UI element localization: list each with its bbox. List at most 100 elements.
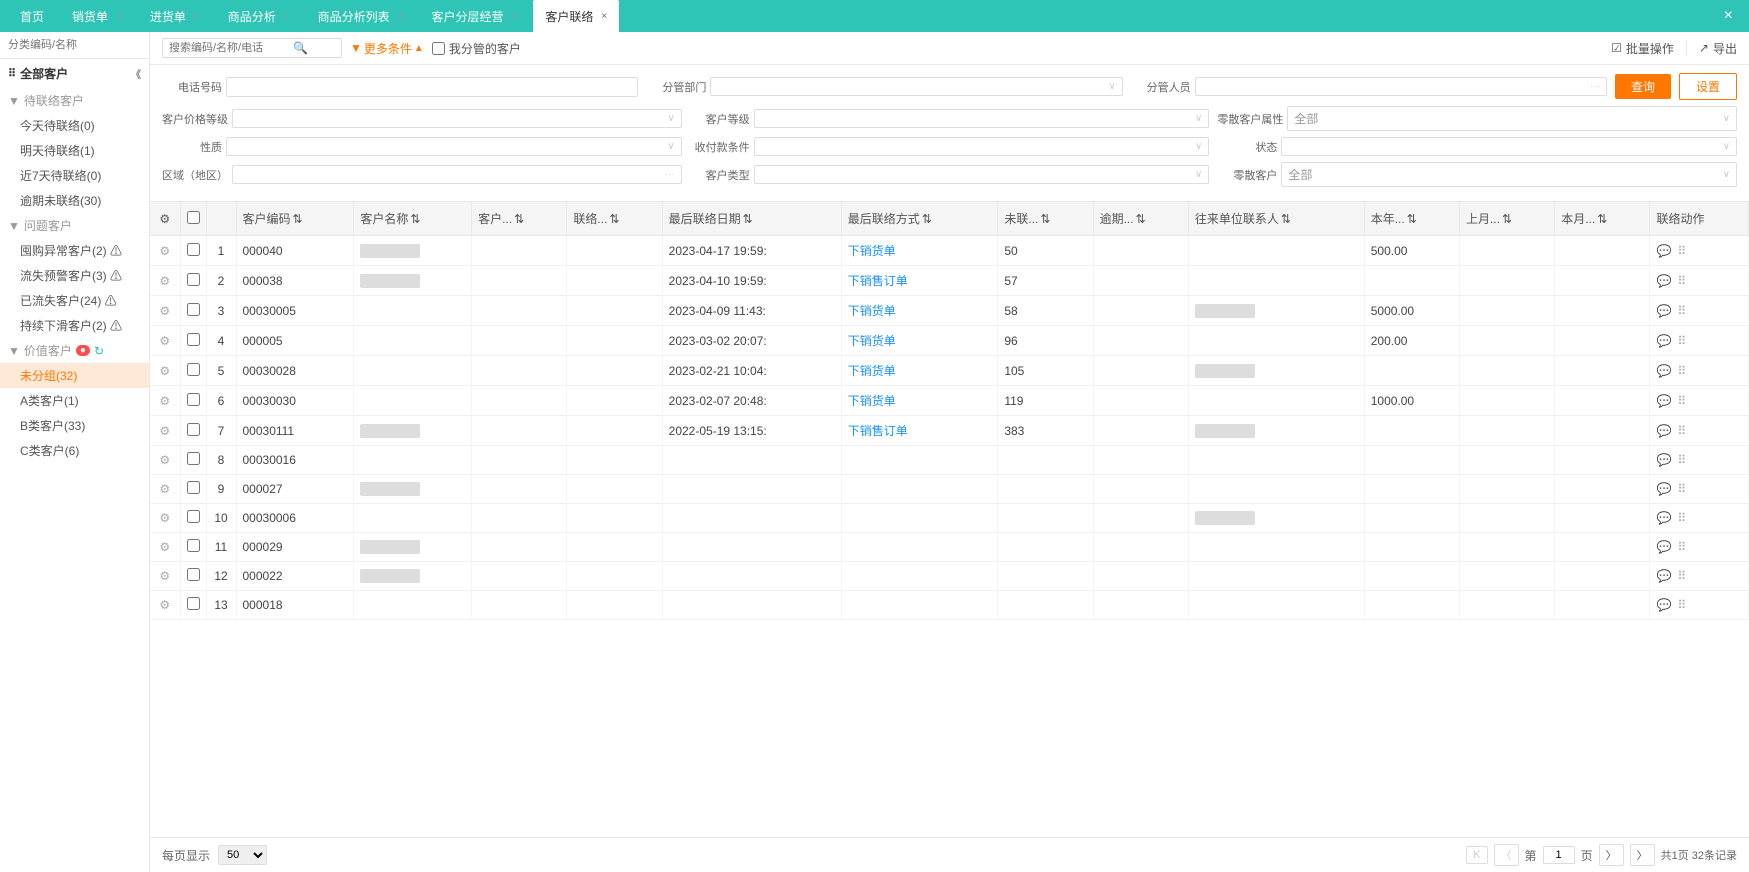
filter-customer-level-select[interactable]: ∨ xyxy=(754,109,1210,128)
row-gear-icon[interactable]: ⚙ xyxy=(159,364,170,378)
more-icon[interactable]: ⠿ xyxy=(1677,453,1686,467)
collapse-icon[interactable]: 《 xyxy=(131,66,141,81)
more-icon[interactable]: ⠿ xyxy=(1677,569,1686,583)
col-uncontacted[interactable]: 未联... ⇅ xyxy=(998,202,1093,236)
row-checkbox[interactable] xyxy=(187,303,200,316)
chat-icon[interactable]: 💬 xyxy=(1656,244,1671,258)
row-gear-icon[interactable]: ⚙ xyxy=(159,569,170,583)
row-checkbox-cell[interactable] xyxy=(180,533,206,562)
row-last-method[interactable]: 下销货单 xyxy=(841,356,998,386)
tab-sales[interactable]: 销货单 × xyxy=(60,0,134,32)
export-btn[interactable]: ↗ 导出 xyxy=(1699,40,1737,57)
row-last-method[interactable]: 下销货单 xyxy=(841,386,998,416)
row-gear[interactable]: ⚙ xyxy=(150,296,180,326)
chat-icon[interactable]: 💬 xyxy=(1656,364,1671,378)
row-gear-icon[interactable]: ⚙ xyxy=(159,274,170,288)
sidebar-search-box[interactable]: 🔍 xyxy=(0,32,149,59)
page-number-input[interactable] xyxy=(1543,846,1575,864)
more-conditions-btn[interactable]: ▼ 更多条件 ▲ xyxy=(350,40,424,57)
tab-customer-contact-close[interactable]: × xyxy=(601,11,607,22)
reset-button[interactable]: 设置 xyxy=(1679,73,1737,100)
row-checkbox-cell[interactable] xyxy=(180,416,206,446)
row-gear[interactable]: ⚙ xyxy=(150,236,180,266)
all-customers-header[interactable]: ⠿ 全部客户 《 xyxy=(0,59,149,88)
tab-goods-list[interactable]: 商品分析列表 × xyxy=(306,0,416,32)
last-method-link[interactable]: 下销货单 xyxy=(848,394,896,408)
chat-icon[interactable]: 💬 xyxy=(1656,394,1671,408)
chat-icon[interactable]: 💬 xyxy=(1656,569,1671,583)
row-checkbox[interactable] xyxy=(187,452,200,465)
row-checkbox[interactable] xyxy=(187,363,200,376)
sidebar-item-abnormal[interactable]: 囤购异常客户(2) ⚠ xyxy=(0,238,149,263)
col-contact-person[interactable]: 往来单位联系人 ⇅ xyxy=(1188,202,1364,236)
row-gear-icon[interactable]: ⚙ xyxy=(159,482,170,496)
tab-home[interactable]: 首页 xyxy=(8,0,56,32)
row-last-method[interactable] xyxy=(841,591,998,620)
row-last-method[interactable]: 下销售订单 xyxy=(841,266,998,296)
row-gear-icon[interactable]: ⚙ xyxy=(159,424,170,438)
filter-scattered-attr-select[interactable]: 全部 ∨ xyxy=(1287,106,1737,131)
chat-icon[interactable]: 💬 xyxy=(1656,482,1671,496)
tab-goods-analysis[interactable]: 商品分析 × xyxy=(216,0,302,32)
search-icon[interactable]: 🔍 xyxy=(293,41,308,55)
tab-purchase-close[interactable]: × xyxy=(194,11,200,22)
row-checkbox-cell[interactable] xyxy=(180,446,206,475)
window-close-button[interactable]: × xyxy=(1716,7,1741,25)
row-last-method[interactable]: 下销售订单 xyxy=(841,416,998,446)
filter-dept-select[interactable]: ∨ xyxy=(710,77,1122,96)
row-checkbox[interactable] xyxy=(187,568,200,581)
row-last-method[interactable]: 下销货单 xyxy=(841,326,998,356)
query-button[interactable]: 查询 xyxy=(1615,74,1671,99)
sidebar-search-input[interactable] xyxy=(8,39,150,51)
row-gear-icon[interactable]: ⚙ xyxy=(159,334,170,348)
chat-icon[interactable]: 💬 xyxy=(1656,274,1671,288)
row-gear-icon[interactable]: ⚙ xyxy=(159,598,170,612)
row-gear[interactable]: ⚙ xyxy=(150,266,180,296)
row-last-method[interactable] xyxy=(841,504,998,533)
row-gear[interactable]: ⚙ xyxy=(150,504,180,533)
row-checkbox[interactable] xyxy=(187,333,200,346)
sidebar-item-churn-warning[interactable]: 流失预警客户(3) ⚠ xyxy=(0,263,149,288)
section-value-customers[interactable]: ▼ 价值客户 ● ↻ xyxy=(0,338,149,363)
more-icon[interactable]: ⠿ xyxy=(1677,394,1686,408)
row-last-method[interactable] xyxy=(841,446,998,475)
section-pending-contact[interactable]: ▼ 待联络客户 xyxy=(0,88,149,113)
row-gear[interactable]: ⚙ xyxy=(150,416,180,446)
row-checkbox[interactable] xyxy=(187,539,200,552)
filter-phone-input[interactable] xyxy=(226,77,638,97)
col-last-date[interactable]: 最后联络日期 ⇅ xyxy=(662,202,841,236)
row-checkbox[interactable] xyxy=(187,273,200,286)
first-page-btn[interactable]: K xyxy=(1466,846,1487,864)
search-input[interactable] xyxy=(169,42,289,54)
row-last-method[interactable] xyxy=(841,562,998,591)
last-method-link[interactable]: 下销售订单 xyxy=(848,424,908,438)
row-checkbox-cell[interactable] xyxy=(180,356,206,386)
col-last-method[interactable]: 最后联络方式 ⇅ xyxy=(841,202,998,236)
col-this-year[interactable]: 本年... ⇅ xyxy=(1364,202,1459,236)
prev-page-btn[interactable]: 〈 xyxy=(1494,844,1519,866)
more-icon[interactable]: ⠿ xyxy=(1677,482,1686,496)
my-customers-checkbox[interactable] xyxy=(432,42,445,55)
row-checkbox[interactable] xyxy=(187,597,200,610)
sidebar-item-a-class[interactable]: A类客户(1) xyxy=(0,388,149,413)
row-checkbox[interactable] xyxy=(187,481,200,494)
last-method-link[interactable]: 下销货单 xyxy=(848,244,896,258)
row-checkbox-cell[interactable] xyxy=(180,562,206,591)
row-last-method[interactable]: 下销货单 xyxy=(841,236,998,266)
filter-scattered-select[interactable]: 全部 ∨ xyxy=(1281,162,1737,187)
sidebar-item-today[interactable]: 今天待联络(0) xyxy=(0,113,149,138)
col-overdue[interactable]: 逾期... ⇅ xyxy=(1093,202,1188,236)
last-method-link[interactable]: 下销货单 xyxy=(848,364,896,378)
row-last-method[interactable]: 下销货单 xyxy=(841,296,998,326)
col-select-all[interactable] xyxy=(180,202,206,236)
sidebar-item-ungrouped[interactable]: 未分组(32) xyxy=(0,363,149,388)
filter-region-select[interactable]: ··· xyxy=(232,165,682,184)
filter-customer-type-select[interactable]: ∨ xyxy=(754,165,1210,184)
row-checkbox-cell[interactable] xyxy=(180,386,206,416)
select-all-checkbox[interactable] xyxy=(187,211,200,224)
chat-icon[interactable]: 💬 xyxy=(1656,598,1671,612)
per-page-select[interactable]: 50 100 200 xyxy=(218,845,267,865)
row-gear-icon[interactable]: ⚙ xyxy=(159,453,170,467)
tab-customer-contact[interactable]: 客户联络 × xyxy=(533,0,619,32)
filter-price-level-select[interactable]: ∨ xyxy=(232,109,682,128)
